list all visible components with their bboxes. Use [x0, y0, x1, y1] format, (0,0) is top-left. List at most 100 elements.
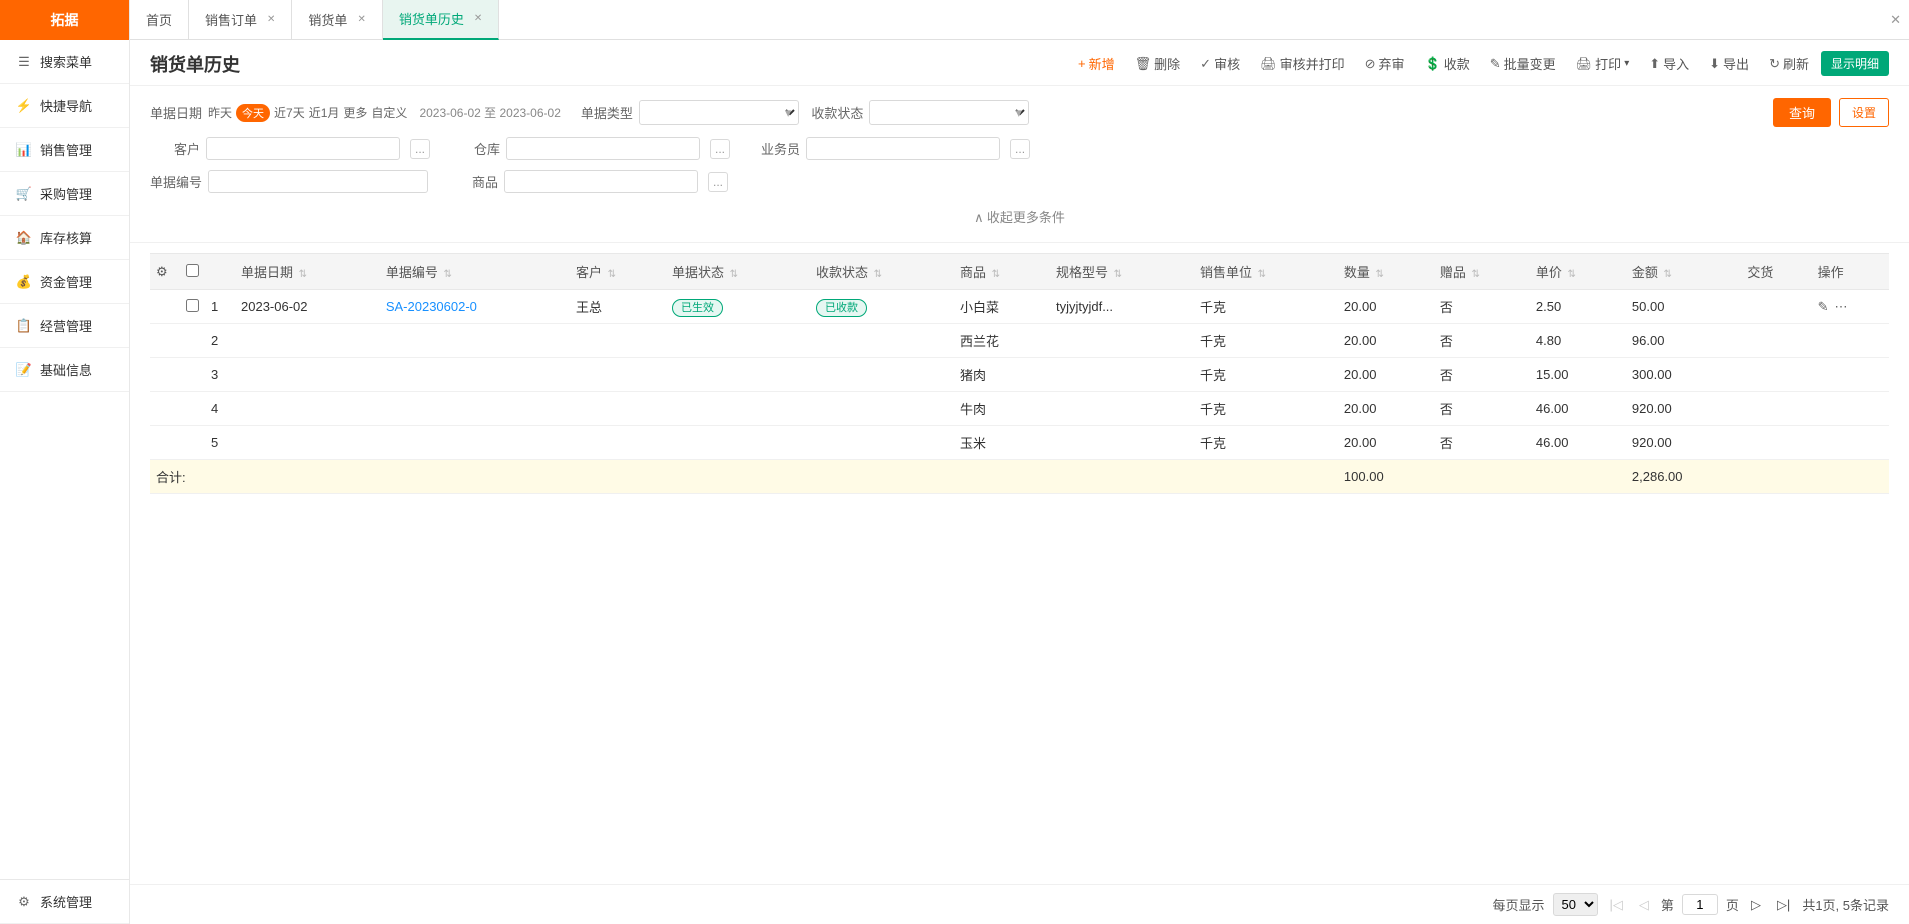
date-shortcut-today[interactable]: 今天 — [236, 104, 270, 122]
row-doc-date — [235, 392, 380, 426]
date-label: 单据日期 — [150, 103, 202, 122]
export-button[interactable]: ⬇ 导出 — [1701, 50, 1757, 77]
refresh-button[interactable]: ↻ 刷新 — [1761, 50, 1817, 77]
collapse-bar[interactable]: ∧ 收起更多条件 — [150, 203, 1889, 230]
sidebar-item-search-menu[interactable]: ☰ 搜索菜单 — [0, 40, 129, 84]
last-page-btn[interactable]: ▷| — [1773, 895, 1794, 915]
doc-status-col-header[interactable]: 单据状态 ⇅ — [666, 254, 810, 290]
next-page-btn[interactable]: ▷ — [1747, 895, 1765, 915]
doc-no-input[interactable] — [208, 170, 428, 193]
doc-type-select[interactable] — [639, 100, 799, 125]
warehouse-input[interactable] — [506, 137, 700, 160]
query-button[interactable]: 查询 — [1773, 98, 1831, 127]
date-shortcut-1month[interactable]: 近1月 — [309, 104, 340, 121]
filter-customer: 客户 ... — [150, 137, 430, 160]
footer-gift-spacer — [1434, 460, 1530, 494]
collect-status-select[interactable] — [869, 100, 1029, 125]
finance-mgmt-icon: 💰 — [16, 274, 32, 290]
batch-change-button[interactable]: ✎ 批量变更 — [1482, 50, 1564, 77]
row-num: 2 — [205, 324, 235, 358]
customer-col-header[interactable]: 客户 ⇅ — [570, 254, 666, 290]
salesperson-input[interactable] — [806, 137, 1000, 160]
tab-sales-order-close[interactable]: ✕ — [267, 14, 275, 25]
page-header-left: 销货单历史 — [150, 51, 240, 77]
date-shortcut-7days[interactable]: 近7天 — [274, 104, 305, 121]
salesperson-ellipsis[interactable]: ... — [1010, 139, 1030, 159]
tab-sales-goods-history-close[interactable]: ✕ — [474, 13, 482, 24]
customer-ellipsis[interactable]: ... — [410, 139, 430, 159]
collapse-icon: ∧ — [974, 210, 984, 225]
current-page-input[interactable] — [1682, 894, 1718, 915]
date-shortcut-custom[interactable]: 自定义 — [371, 104, 407, 121]
import-button[interactable]: ⬆ 导入 — [1641, 50, 1697, 77]
qty-col-header[interactable]: 数量 ⇅ — [1338, 254, 1434, 290]
goods-col-header[interactable]: 商品 ⇅ — [954, 254, 1050, 290]
row-unit: 千克 — [1194, 290, 1338, 324]
tab-sales-goods-close[interactable]: ✕ — [357, 14, 365, 25]
delete-button[interactable]: 🗑 删除 — [1127, 50, 1189, 77]
row-doc-date: 2023-06-02 — [235, 290, 380, 324]
date-shortcut-more[interactable]: 更多 — [343, 104, 367, 121]
date-shortcut-yesterday[interactable]: 昨天 — [208, 104, 232, 121]
row-ops-container: ✎ ⋯ — [1818, 299, 1883, 315]
sidebar-item-label: 库存核算 — [40, 228, 92, 247]
select-all-checkbox[interactable] — [186, 264, 199, 277]
doc-status-sort-icon: ⇅ — [730, 269, 738, 280]
unit-price-col-header[interactable]: 单价 ⇅ — [1530, 254, 1626, 290]
sidebar-item-finance-mgmt[interactable]: 💰 资金管理 — [0, 260, 129, 304]
set-button[interactable]: 设置 — [1839, 98, 1889, 127]
row-unit: 千克 — [1194, 392, 1338, 426]
sidebar-item-basic-info[interactable]: 📝 基础信息 — [0, 348, 129, 392]
table-settings-icon[interactable]: ⚙ — [156, 264, 168, 279]
sidebar-item-sales-mgmt[interactable]: 📊 销售管理 — [0, 128, 129, 172]
filter-row-3: 单据编号 商品 ... — [150, 170, 1889, 193]
spec-col-header[interactable]: 规格型号 ⇅ — [1050, 254, 1194, 290]
sidebar-item-inventory[interactable]: 🏠 库存核算 — [0, 216, 129, 260]
tab-sales-goods[interactable]: 销货单 ✕ — [292, 0, 382, 40]
audit-print-button[interactable]: 🖨 审核并打印 — [1252, 50, 1353, 77]
prev-page-btn[interactable]: ◁ — [1635, 895, 1653, 915]
doc-no-label: 单据编号 — [150, 172, 202, 191]
sidebar-item-sys-mgmt[interactable]: ⚙ 系统管理 — [0, 879, 129, 924]
tab-bar-collapse[interactable]: ✕ — [1890, 12, 1909, 28]
sidebar-item-quick-nav[interactable]: ⚡ 快捷导航 — [0, 84, 129, 128]
audit-button[interactable]: ✓ 审核 — [1192, 50, 1248, 77]
import-label: 导入 — [1663, 54, 1689, 73]
tab-sales-order[interactable]: 销售订单 ✕ — [189, 0, 292, 40]
sidebar-logo: 拓据 — [0, 0, 129, 40]
row-select-checkbox[interactable] — [186, 299, 199, 312]
unit-col-header[interactable]: 销售单位 ⇅ — [1194, 254, 1338, 290]
row-ops — [1812, 426, 1889, 460]
page-header: 销货单历史 + 新增 🗑 删除 ✓ 审核 🖨 审核并打印 — [130, 40, 1909, 86]
goods-sort-icon: ⇅ — [992, 269, 1000, 280]
row-more-btn[interactable]: ⋯ — [1834, 299, 1847, 315]
warehouse-ellipsis[interactable]: ... — [710, 139, 730, 159]
doc-date-col-header[interactable]: 单据日期 ⇅ — [235, 254, 380, 290]
show-detail-button[interactable]: 显示明细 — [1821, 51, 1889, 76]
row-num: 1 — [205, 290, 235, 324]
settings-col-header[interactable]: ⚙ — [150, 254, 180, 290]
sidebar-item-purchase-mgmt[interactable]: 🛒 采购管理 — [0, 172, 129, 216]
row-edit-btn[interactable]: ✎ — [1818, 299, 1829, 315]
tab-home[interactable]: 首页 — [130, 0, 189, 40]
collect-status-col-header[interactable]: 收款状态 ⇅ — [810, 254, 954, 290]
gift-col-header[interactable]: 赠品 ⇅ — [1434, 254, 1530, 290]
doc-no-col-header[interactable]: 单据编号 ⇅ — [380, 254, 570, 290]
toolbar: + 新增 🗑 删除 ✓ 审核 🖨 审核并打印 ⊘ 弃审 — [1070, 50, 1889, 77]
sidebar-item-ops-mgmt[interactable]: 📋 经营管理 — [0, 304, 129, 348]
tab-sales-goods-history[interactable]: 销货单历史 ✕ — [383, 0, 499, 40]
audit-icon: ✓ — [1200, 56, 1211, 72]
row-doc-no[interactable]: SA-20230602-0 — [380, 290, 570, 324]
goods-input[interactable] — [504, 170, 698, 193]
per-page-select[interactable]: 50 — [1553, 893, 1598, 916]
abandon-button[interactable]: ⊘ 弃审 — [1357, 50, 1413, 77]
qty-sort-icon: ⇅ — [1376, 269, 1384, 280]
first-page-btn[interactable]: |◁ — [1606, 895, 1627, 915]
goods-ellipsis[interactable]: ... — [708, 172, 728, 192]
collect-button[interactable]: 💲 收款 — [1417, 50, 1478, 77]
amount-col-header[interactable]: 金额 ⇅ — [1626, 254, 1742, 290]
customer-input[interactable] — [206, 137, 400, 160]
new-button[interactable]: + 新增 — [1070, 50, 1123, 77]
row-doc-status — [666, 392, 810, 426]
print-button[interactable]: 🖨 打印 ▾ — [1568, 50, 1638, 77]
